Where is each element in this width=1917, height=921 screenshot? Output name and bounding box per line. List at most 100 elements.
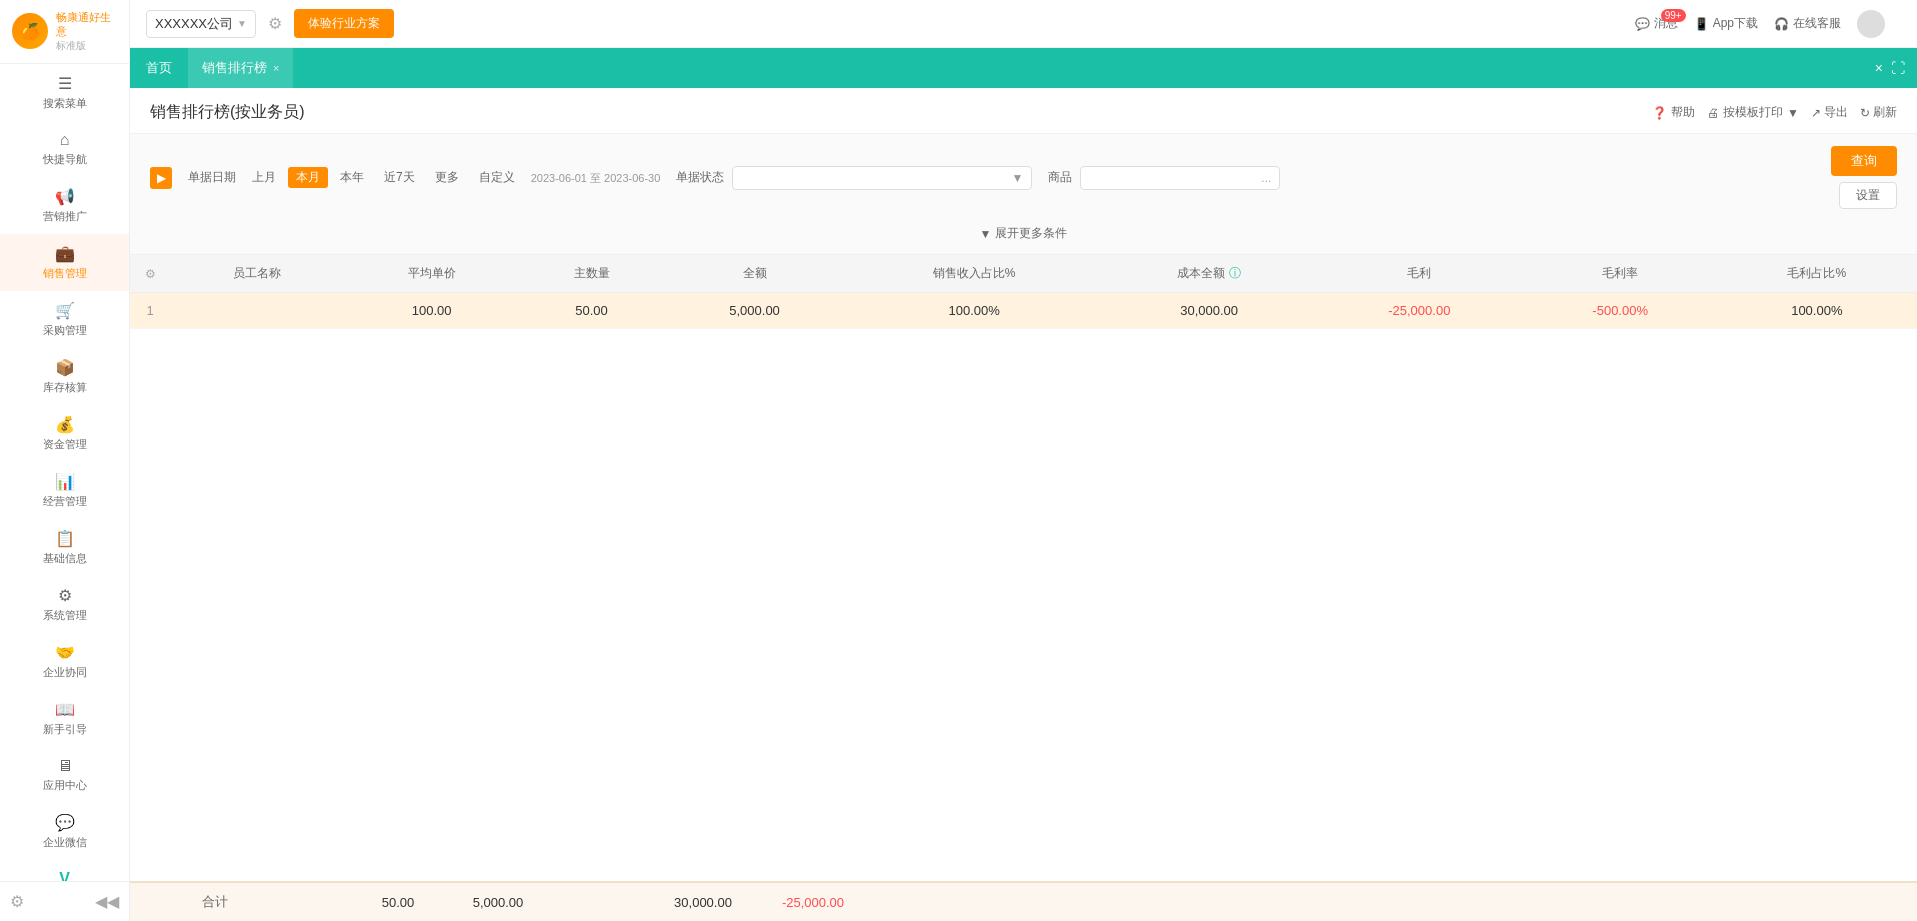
setting-button[interactable]: 设置 [1839,182,1897,209]
filter-arrow-btn[interactable]: ▶ [150,167,172,189]
app-download-label: App下载 [1713,15,1758,32]
company-selector[interactable]: XXXXXX公司 ▼ [146,10,256,38]
footer-profit-rate [868,895,968,910]
date-tab-more[interactable]: 更多 [427,167,467,188]
tab-home-label: 首页 [146,59,172,77]
table-header-row: ⚙ 员工名称 平均单价 主数量 全额 销售收入占比% 成本全额 ⓘ 毛利 毛利率… [130,255,1917,293]
date-tab-7days[interactable]: 近7天 [376,167,423,188]
row-cost: 30,000.00 [1103,293,1315,329]
footer-cost: 30,000.00 [648,895,758,910]
sidebar-item-sales[interactable]: 💼 销售管理 [0,234,129,291]
management-icon: 📊 [55,472,75,491]
date-tab-last-month[interactable]: 上月 [244,167,284,188]
company-chevron-icon: ▼ [237,18,247,29]
help-button[interactable]: ❓ 帮助 [1652,104,1695,121]
app-download-button[interactable]: 📱 App下载 [1694,15,1758,32]
page-actions: ❓ 帮助 🖨 按模板打印 ▼ ↗ 导出 ↻ 刷新 [1652,104,1897,121]
tab-bar-right: × ⛶ [1875,60,1917,76]
footer-profit-pct [968,895,1068,910]
status-select-chevron-icon: ▼ [1011,171,1023,185]
avatar[interactable] [1857,10,1885,38]
collapse-icon[interactable]: ◀◀ [95,892,119,911]
sidebar-item-marketing[interactable]: 📢 营销推广 [0,177,129,234]
tab-maximize-icon[interactable]: ⛶ [1891,60,1905,76]
guide-icon: 📖 [55,700,75,719]
system-icon: ⚙ [58,586,72,605]
col-employee: 员工名称 [170,255,344,293]
query-btn-area: 查询 设置 [1831,146,1897,209]
download-icon: 📱 [1694,17,1709,31]
expand-row: ▼ 展开更多条件 [150,217,1897,242]
sidebar-item-system[interactable]: ⚙ 系统管理 [0,576,129,633]
service-icon: 🎧 [1774,17,1789,31]
topbar-right: 💬 消息 99+ 📱 App下载 🎧 在线客服 [1635,10,1901,38]
status-select[interactable]: ▼ [732,166,1032,190]
export-icon: ↗ [1811,106,1821,120]
filter-row-1: ▶ 单据日期 上月 本月 本年 近7天 更多 自定义 2023-06-01 至 … [150,146,1897,209]
sidebar-item-quicknav[interactable]: ⌂ 快捷导航 [0,121,129,177]
footer-cells: 50.00 5,000.00 30,000.00 -25,000.00 [228,895,1905,910]
settings-footer-icon[interactable]: ⚙ [10,892,24,911]
sidebar: 🍊 畅康通好生意 标准版 ☰ 搜索菜单 ⌂ 快捷导航 📢 营销推广 💼 销售管理… [0,0,130,921]
footer-profit: -25,000.00 [758,895,868,910]
row-profit: -25,000.00 [1315,293,1524,329]
sidebar-logo: 🍊 畅康通好生意 标准版 [0,0,129,64]
print-button[interactable]: 🖨 按模板打印 ▼ [1707,104,1799,121]
sidebar-item-member[interactable]: V 畅会员 [0,860,129,881]
message-button[interactable]: 💬 消息 99+ [1635,15,1678,32]
goods-more-icon: ... [1261,171,1271,185]
sidebar-item-guide[interactable]: 📖 新手引导 [0,690,129,747]
date-tab-this-year[interactable]: 本年 [332,167,372,188]
expand-more-button[interactable]: ▼ 展开更多条件 [980,225,1068,242]
sidebar-item-purchase[interactable]: 🛒 采购管理 [0,291,129,348]
export-button[interactable]: ↗ 导出 [1811,104,1848,121]
online-service-button[interactable]: 🎧 在线客服 [1774,15,1841,32]
online-service-label: 在线客服 [1793,15,1841,32]
row-sales-pct: 100.00% [845,293,1103,329]
inventory-icon: 📦 [55,358,75,377]
finance-icon: 💰 [55,415,75,434]
row-profit-pct: 100.00% [1717,293,1917,329]
row-index: 1 [130,293,170,329]
tab-close-icon[interactable]: × [273,62,279,74]
col-cost: 成本全额 ⓘ [1103,255,1315,293]
tab-home[interactable]: 首页 [130,48,188,88]
home-icon: ⌂ [60,131,70,149]
col-amount: 全额 [664,255,845,293]
row-qty: 50.00 [519,293,664,329]
row-amount: 5,000.00 [664,293,845,329]
sidebar-item-apps[interactable]: 🖥 应用中心 [0,747,129,803]
date-tab-this-month[interactable]: 本月 [288,167,328,188]
print-chevron-icon: ▼ [1787,106,1799,120]
page-header: 销售排行榜(按业务员) ❓ 帮助 🖨 按模板打印 ▼ ↗ 导出 ↻ 刷新 [130,88,1917,134]
date-label: 单据日期 [188,169,236,186]
tab-sales-ranking-label: 销售排行榜 [202,59,267,77]
refresh-button[interactable]: ↻ 刷新 [1860,104,1897,121]
refresh-icon: ↻ [1860,106,1870,120]
sidebar-item-collab[interactable]: 🤝 企业协同 [0,633,129,690]
col-avg-price: 平均单价 [344,255,518,293]
tab-sales-ranking[interactable]: 销售排行榜 × [188,48,293,88]
tab-close-window-icon[interactable]: × [1875,60,1883,76]
sidebar-item-basic[interactable]: 📋 基础信息 [0,519,129,576]
goods-select[interactable]: ... [1080,166,1280,190]
col-settings-icon[interactable]: ⚙ [145,267,156,281]
trial-button[interactable]: 体验行业方案 [294,9,394,38]
footer-total-label: 合计 [142,893,228,911]
sidebar-item-wechat[interactable]: 💬 企业微信 [0,803,129,860]
query-button[interactable]: 查询 [1831,146,1897,176]
date-tab-custom[interactable]: 自定义 [471,167,523,188]
sidebar-item-inventory[interactable]: 📦 库存核算 [0,348,129,405]
footer-amount: 5,000.00 [448,895,548,910]
filter-toggle-icon[interactable]: ▶ [150,167,172,189]
table-wrapper: ⚙ 员工名称 平均单价 主数量 全额 销售收入占比% 成本全额 ⓘ 毛利 毛利率… [130,255,1917,881]
sales-table: ⚙ 员工名称 平均单价 主数量 全额 销售收入占比% 成本全额 ⓘ 毛利 毛利率… [130,255,1917,329]
sidebar-item-search[interactable]: ☰ 搜索菜单 [0,64,129,121]
status-filter: 单据状态 ▼ [676,166,1032,190]
sidebar-item-finance[interactable]: 💰 资金管理 [0,405,129,462]
page-title: 销售排行榜(按业务员) [150,102,305,123]
col-profit-pct: 毛利占比% [1717,255,1917,293]
topbar-settings-icon[interactable]: ⚙ [268,14,282,33]
date-range-text: 2023-06-01 至 2023-06-30 [531,171,661,186]
sidebar-item-management[interactable]: 📊 经营管理 [0,462,129,519]
